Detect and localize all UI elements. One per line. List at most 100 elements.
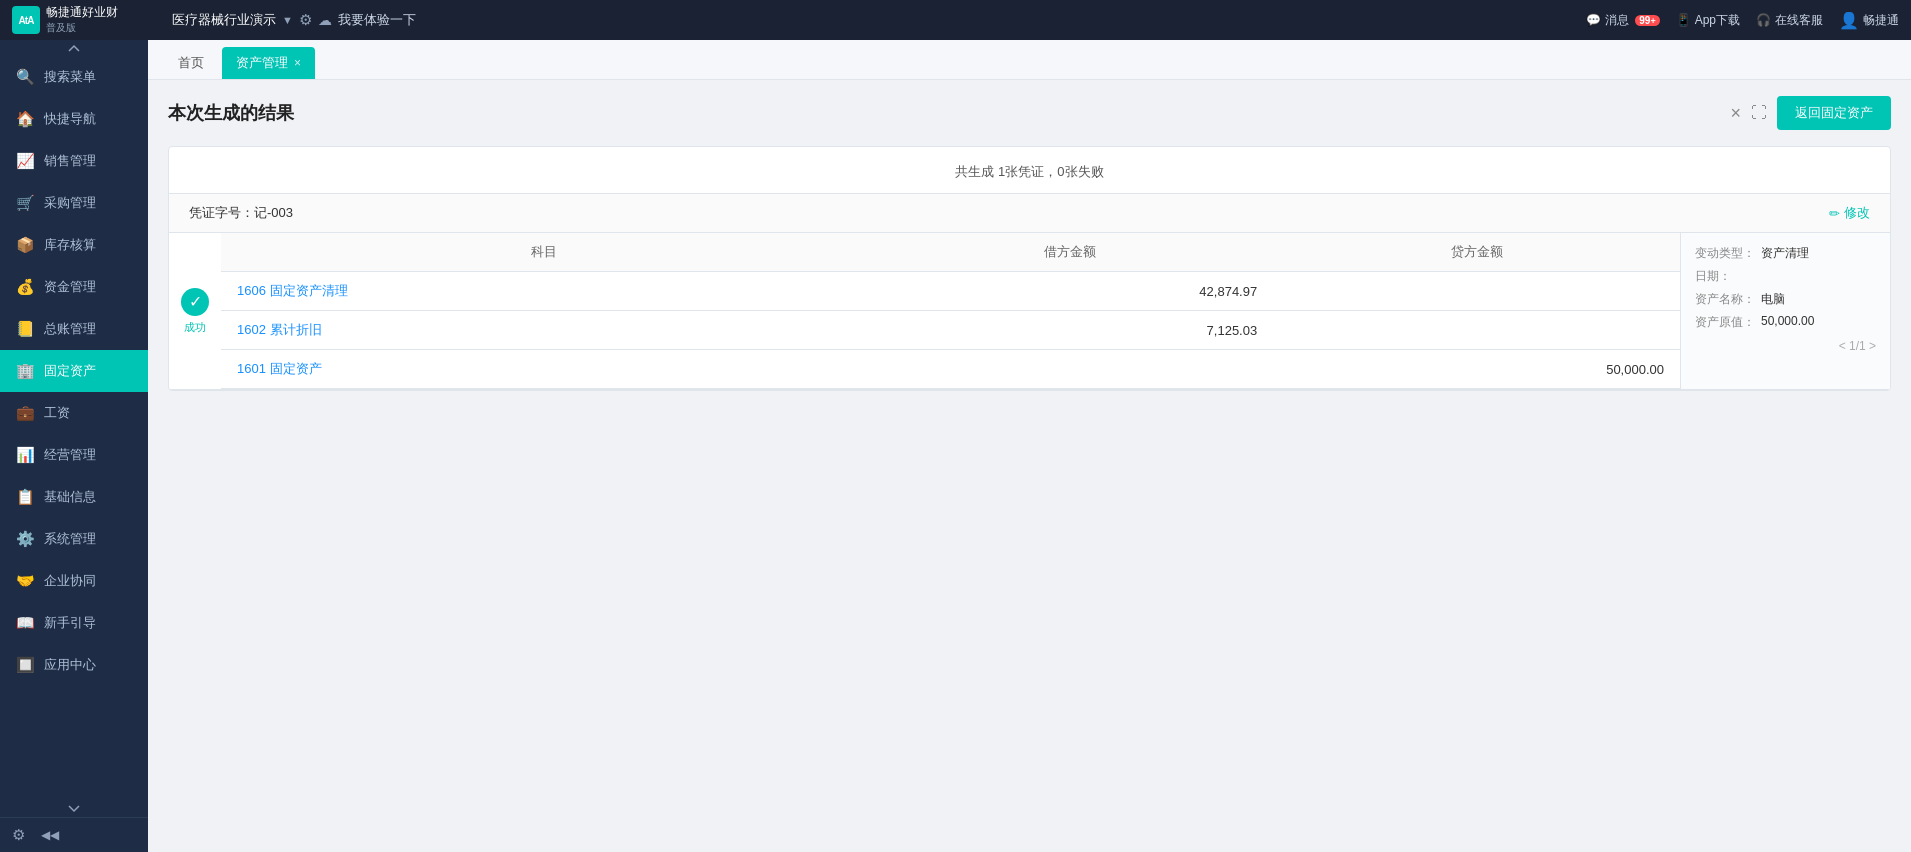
cell-debit bbox=[866, 350, 1273, 389]
side-change-type: 变动类型： 资产清理 bbox=[1695, 245, 1876, 262]
online-support-button[interactable]: 🎧 在线客服 bbox=[1756, 12, 1823, 29]
logo-sub: 普及版 bbox=[46, 21, 118, 35]
sidebar-item-system[interactable]: ⚙️ 系统管理 bbox=[0, 518, 148, 560]
support-icon: 🎧 bbox=[1756, 13, 1771, 27]
edit-label: 修改 bbox=[1844, 204, 1870, 222]
voucher-table: ✓ 成功 科目 借方金额 贷方金额 bbox=[169, 233, 1890, 389]
feedback-label[interactable]: 我要体验一下 bbox=[338, 11, 416, 29]
logo-icon: AtA bbox=[12, 6, 40, 34]
top-header: AtA 畅捷通好业财 普及版 医疗器械行业演示 ▼ ⚙ ☁ 我要体验一下 💬 消… bbox=[0, 0, 1911, 40]
side-asset-name: 资产名称： 电脑 bbox=[1695, 291, 1876, 308]
tab-close-icon[interactable]: × bbox=[294, 56, 301, 70]
sidebar-item-search[interactable]: 🔍 搜索菜单 bbox=[0, 56, 148, 98]
edit-icon: ✏ bbox=[1829, 206, 1840, 221]
result-summary: 共生成 1张凭证，0张失败 bbox=[169, 147, 1890, 194]
table-header-row: 科目 借方金额 贷方金额 bbox=[221, 233, 1680, 272]
tab-asset-mgmt[interactable]: 资产管理 × bbox=[222, 47, 315, 79]
sidebar-item-sales[interactable]: 📈 销售管理 bbox=[0, 140, 148, 182]
sidebar-item-inventory[interactable]: 📦库存核算 bbox=[0, 224, 148, 266]
messages-label: 消息 bbox=[1605, 12, 1629, 29]
summary-text: 共生成 1张凭证，0张失败 bbox=[955, 164, 1103, 179]
side-date: 日期： bbox=[1695, 268, 1876, 285]
finance-icon: 💰 bbox=[16, 278, 34, 296]
sidebar-item-finance[interactable]: 💰 资金管理 bbox=[0, 266, 148, 308]
table-side-info: 变动类型： 资产清理 日期： 资产名称： 电脑 bbox=[1680, 233, 1890, 389]
side-change-type-value: 资产清理 bbox=[1761, 245, 1809, 262]
side-change-type-label: 变动类型： bbox=[1695, 245, 1755, 262]
user-menu[interactable]: 👤 畅捷通 bbox=[1839, 11, 1899, 30]
sidebar-scroll-up[interactable] bbox=[0, 40, 148, 56]
side-pagination[interactable]: < 1/1 > bbox=[1695, 339, 1876, 353]
table-main: 科目 借方金额 贷方金额 1606 固定资产清理 42,874.97 1602 … bbox=[221, 233, 1680, 389]
sidebar-label-enterprise: 企业协同 bbox=[44, 572, 96, 590]
col-credit: 贷方金额 bbox=[1273, 233, 1680, 272]
messages-badge: 99 bbox=[1635, 15, 1659, 26]
user-avatar-icon: 👤 bbox=[1839, 11, 1859, 30]
sidebar-item-base-info[interactable]: 📋基础信息 bbox=[0, 476, 148, 518]
sidebar-item-fixed-assets[interactable]: 🏢 固定资产 bbox=[0, 350, 148, 392]
tab-asset-mgmt-label: 资产管理 bbox=[236, 54, 288, 72]
page-title: 本次生成的结果 bbox=[168, 101, 294, 125]
edit-voucher-button[interactable]: ✏ 修改 bbox=[1829, 204, 1870, 222]
panel-expand-button[interactable]: ⛶ bbox=[1751, 104, 1767, 122]
tab-home-label: 首页 bbox=[178, 54, 204, 72]
messages-button[interactable]: 💬 消息 99 bbox=[1586, 12, 1659, 29]
side-asset-name-label: 资产名称： bbox=[1695, 291, 1755, 308]
panel-close-button[interactable]: × bbox=[1730, 103, 1741, 124]
result-panel: 共生成 1张凭证，0张失败 凭证字号：记-003 ✏ 修改 bbox=[168, 146, 1891, 391]
cell-credit: 50,000.00 bbox=[1273, 350, 1680, 389]
chevron-down-icon[interactable]: ▼ bbox=[282, 14, 293, 26]
voucher-header: 凭证字号：记-003 ✏ 修改 bbox=[169, 194, 1890, 233]
return-button[interactable]: 返回固定资产 bbox=[1777, 96, 1891, 130]
cell-subject: 1601 固定资产 bbox=[221, 350, 866, 389]
sidebar-label-quick-nav: 快捷导航 bbox=[44, 110, 96, 128]
username: 畅捷通 bbox=[1863, 12, 1899, 29]
sidebar-item-operations[interactable]: 📊经营管理 bbox=[0, 434, 148, 476]
system-icon: ⚙️ bbox=[16, 530, 34, 548]
side-original-value: 资产原值： 50,000.00 bbox=[1695, 314, 1876, 331]
entries-table: 科目 借方金额 贷方金额 1606 固定资产清理 42,874.97 1602 … bbox=[221, 233, 1680, 389]
sidebar-label-sales: 销售管理 bbox=[44, 152, 96, 170]
cell-debit: 42,874.97 bbox=[866, 272, 1273, 311]
sidebar-item-quick-nav[interactable]: 🏠快捷导航 bbox=[0, 98, 148, 140]
sidebar-item-payroll[interactable]: 💼工资 bbox=[0, 392, 148, 434]
cloud-icon: ☁ bbox=[318, 12, 332, 28]
app-download-button[interactable]: 📱 App下载 bbox=[1676, 12, 1740, 29]
sales-icon: 📈 bbox=[16, 152, 34, 170]
cell-credit bbox=[1273, 272, 1680, 311]
fixed-assets-icon: 🏢 bbox=[16, 362, 34, 380]
voucher-section: 凭证字号：记-003 ✏ 修改 ✓ 成功 bbox=[169, 194, 1890, 390]
sidebar-item-enterprise[interactable]: 🤝企业协同 bbox=[0, 560, 148, 602]
col-subject: 科目 bbox=[221, 233, 866, 272]
sidebar-label-app-center: 应用中心 bbox=[44, 656, 96, 674]
inventory-icon: 📦 bbox=[16, 236, 34, 254]
header-company[interactable]: 医疗器械行业演示 ▼ ⚙ ☁ 我要体验一下 bbox=[160, 11, 1586, 29]
header-right: 💬 消息 99 📱 App下载 🎧 在线客服 👤 畅捷通 bbox=[1586, 11, 1899, 30]
cell-debit: 7,125.03 bbox=[866, 311, 1273, 350]
side-original-value-value: 50,000.00 bbox=[1761, 314, 1814, 328]
tab-home[interactable]: 首页 bbox=[164, 47, 218, 79]
voucher-no: 凭证字号：记-003 bbox=[189, 204, 293, 222]
sidebar-menu: 🔍 搜索菜单 🏠快捷导航 📈 销售管理 🛒采购管理📦库存核算 💰 资金管理 📒总账管理 🏢 固定资产… bbox=[0, 56, 148, 801]
sidebar-collapse-icon[interactable]: ◀◀ bbox=[41, 828, 59, 842]
sidebar-label-search: 搜索菜单 bbox=[44, 68, 96, 86]
sidebar-item-guide[interactable]: 📖新手引导 bbox=[0, 602, 148, 644]
table-left: ✓ 成功 科目 借方金额 贷方金额 bbox=[169, 233, 1680, 389]
cell-subject: 1606 固定资产清理 bbox=[221, 272, 866, 311]
search-icon: 🔍 bbox=[16, 68, 34, 86]
sidebar-label-system: 系统管理 bbox=[44, 530, 96, 548]
sidebar-item-ledger[interactable]: 📒总账管理 bbox=[0, 308, 148, 350]
app-center-icon: 🔲 bbox=[16, 656, 34, 674]
sidebar-label-base-info: 基础信息 bbox=[44, 488, 96, 506]
sidebar-settings-icon[interactable]: ⚙ bbox=[12, 826, 25, 844]
sidebar-label-fixed-assets: 固定资产 bbox=[44, 362, 96, 380]
sidebar-label-finance: 资金管理 bbox=[44, 278, 96, 296]
table-row: 1602 累计折旧 7,125.03 bbox=[221, 311, 1680, 350]
page-content: 本次生成的结果 × ⛶ 返回固定资产 共生成 1张凭证，0张失败 凭证字号：记-… bbox=[148, 80, 1911, 852]
settings-icon[interactable]: ⚙ bbox=[299, 11, 312, 29]
sidebar-item-app-center[interactable]: 🔲 应用中心 bbox=[0, 644, 148, 686]
app-download-label: App下载 bbox=[1695, 12, 1740, 29]
sidebar-item-purchase[interactable]: 🛒采购管理 bbox=[0, 182, 148, 224]
sidebar-scroll-down[interactable] bbox=[0, 801, 148, 817]
tab-bar: 首页 资产管理 × bbox=[148, 40, 1911, 80]
